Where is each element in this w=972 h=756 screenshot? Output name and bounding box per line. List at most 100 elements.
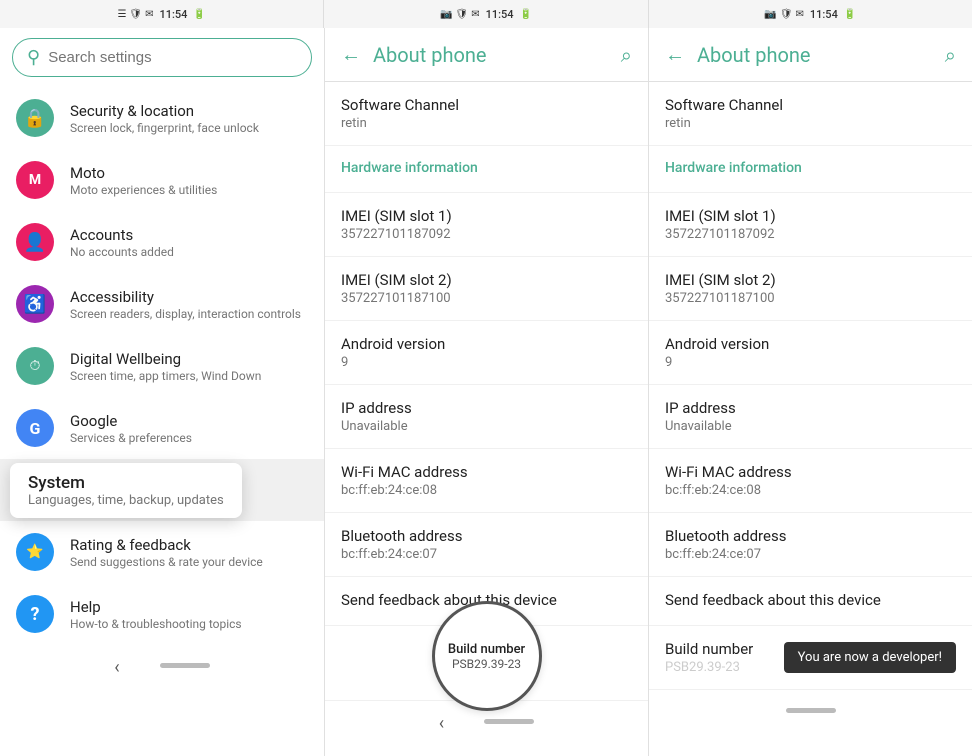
center-av-title: Android version: [341, 335, 632, 353]
center-bluetooth[interactable]: Bluetooth address bc:ff:eb:24:ce:07: [325, 513, 648, 577]
main-content: ⚲ 🔒 Security & location Screen lock, fin…: [0, 28, 972, 756]
digital-wellbeing-text: Digital Wellbeing Screen time, app timer…: [70, 350, 308, 383]
center-nav-back[interactable]: ‹: [439, 713, 444, 734]
status-bar-center: 📷 🛡 ✉ 11:54 🔋: [324, 0, 648, 28]
accounts-icon: 👤: [16, 223, 54, 261]
rating-subtitle: Send suggestions & rate your device: [70, 555, 308, 569]
sidebar-item-accounts[interactable]: 👤 Accounts No accounts added: [0, 211, 324, 273]
right-sc-value: retin: [665, 116, 956, 131]
sb-icon-c3: ✉: [471, 9, 479, 20]
system-tooltip-title: System: [28, 473, 224, 493]
right-build-title: Build number: [665, 640, 753, 658]
center-imei2-value: 357227101187100: [341, 291, 632, 306]
sidebar-item-accessibility[interactable]: ♿ Accessibility Screen readers, display,…: [0, 273, 324, 335]
sidebar-item-help[interactable]: ? Help How-to & troubleshooting topics: [0, 583, 324, 645]
help-subtitle: How-to & troubleshooting topics: [70, 617, 308, 631]
system-item-container: ℹ System Languages, time, backup, update…: [0, 459, 324, 521]
right-android-version[interactable]: Android version 9: [649, 321, 972, 385]
center-sc-title: Software Channel: [341, 96, 632, 114]
center-nav-home-bar[interactable]: [484, 719, 534, 724]
developer-toast: You are now a developer!: [784, 642, 956, 673]
right-software-channel[interactable]: Software Channel retin: [649, 82, 972, 146]
help-title: Help: [70, 598, 308, 616]
sidebar-item-moto[interactable]: M Moto Moto experiences & utilities: [0, 149, 324, 211]
right-wifi-value: bc:ff:eb:24:ce:08: [665, 483, 956, 498]
system-tooltip-subtitle: Languages, time, backup, updates: [28, 493, 224, 508]
right-ip-title: IP address: [665, 399, 956, 417]
status-time-center: 11:54: [486, 8, 514, 21]
digital-wellbeing-subtitle: Screen time, app timers, Wind Down: [70, 369, 308, 383]
help-text: Help How-to & troubleshooting topics: [70, 598, 308, 631]
right-ip-value: Unavailable: [665, 419, 956, 434]
right-bottom-nav: [649, 690, 972, 725]
right-build-value: PSB29.39-23: [665, 660, 753, 675]
status-time-right: 11:54: [810, 8, 838, 21]
status-time-left: 11:54: [160, 8, 188, 21]
right-bluetooth[interactable]: Bluetooth address bc:ff:eb:24:ce:07: [649, 513, 972, 577]
sidebar-item-rating[interactable]: ⭐ Rating & feedback Send suggestions & r…: [0, 521, 324, 583]
sidebar-item-google[interactable]: G Google Services & preferences: [0, 397, 324, 459]
center-android-version[interactable]: Android version 9: [325, 321, 648, 385]
security-title: Security & location: [70, 102, 308, 120]
moto-subtitle: Moto experiences & utilities: [70, 183, 308, 197]
right-search-icon[interactable]: ⌕: [945, 43, 956, 67]
right-nav-home-bar[interactable]: [786, 708, 836, 713]
right-build-number[interactable]: Build number PSB29.39-23 You are now a d…: [649, 626, 972, 690]
right-fb-title: Send feedback about this device: [665, 591, 956, 609]
sb-icon-r1: 📷: [764, 9, 776, 20]
right-imei1-title: IMEI (SIM slot 1): [665, 207, 956, 225]
center-status-icons: 📷 🛡 ✉: [440, 9, 480, 20]
center-back-button[interactable]: ←: [341, 42, 361, 67]
sb-icon-r3: ✉: [796, 9, 804, 20]
center-wifi-mac[interactable]: Wi-Fi MAC address bc:ff:eb:24:ce:08: [325, 449, 648, 513]
sb-icon-3: ✉: [145, 9, 153, 20]
center-bt-value: bc:ff:eb:24:ce:07: [341, 547, 632, 562]
right-back-button[interactable]: ←: [665, 42, 685, 67]
center-ip-title: IP address: [341, 399, 632, 417]
center-search-icon[interactable]: ⌕: [621, 43, 632, 67]
battery-center: 🔋: [520, 9, 532, 20]
center-wifi-value: bc:ff:eb:24:ce:08: [341, 483, 632, 498]
center-imei1-value: 357227101187092: [341, 227, 632, 242]
center-build-number[interactable]: Build number PSB29.39-23: [325, 626, 648, 701]
right-sc-title: Software Channel: [665, 96, 956, 114]
right-bt-value: bc:ff:eb:24:ce:07: [665, 547, 956, 562]
help-icon: ?: [16, 595, 54, 633]
center-imei2-title: IMEI (SIM slot 2): [341, 271, 632, 289]
right-about-list: Software Channel retin Hardware informat…: [649, 82, 972, 756]
sidebar-item-security[interactable]: 🔒 Security & location Screen lock, finge…: [0, 87, 324, 149]
center-ip-address[interactable]: IP address Unavailable: [325, 385, 648, 449]
center-imei2[interactable]: IMEI (SIM slot 2) 357227101187100: [325, 257, 648, 321]
center-wifi-title: Wi-Fi MAC address: [341, 463, 632, 481]
sb-icon-c2: 🛡: [455, 9, 468, 20]
search-bar[interactable]: ⚲: [12, 38, 312, 77]
right-imei2[interactable]: IMEI (SIM slot 2) 357227101187100: [649, 257, 972, 321]
nav-home-bar[interactable]: [160, 663, 210, 668]
search-icon: ⚲: [27, 47, 40, 68]
right-about-panel: ← About phone ⌕ Software Channel retin H…: [649, 28, 972, 756]
accounts-text: Accounts No accounts added: [70, 226, 308, 259]
center-imei1[interactable]: IMEI (SIM slot 1) 357227101187092: [325, 193, 648, 257]
security-text: Security & location Screen lock, fingerp…: [70, 102, 308, 135]
accounts-title: Accounts: [70, 226, 308, 244]
right-ip-address[interactable]: IP address Unavailable: [649, 385, 972, 449]
sb-icon-2: 🛡: [129, 9, 142, 20]
center-imei1-title: IMEI (SIM slot 1): [341, 207, 632, 225]
center-hardware-header: Hardware information: [325, 146, 648, 193]
right-imei2-title: IMEI (SIM slot 2): [665, 271, 956, 289]
nav-back-icon[interactable]: ‹: [114, 657, 119, 678]
google-subtitle: Services & preferences: [70, 431, 308, 445]
right-bt-title: Bluetooth address: [665, 527, 956, 545]
center-about-title: About phone: [373, 43, 609, 67]
bottom-nav: ‹: [0, 645, 324, 690]
center-about-list: Software Channel retin Hardware informat…: [325, 82, 648, 756]
center-software-channel[interactable]: Software Channel retin: [325, 82, 648, 146]
right-feedback[interactable]: Send feedback about this device: [649, 577, 972, 626]
center-sc-value: retin: [341, 116, 632, 131]
right-imei1[interactable]: IMEI (SIM slot 1) 357227101187092: [649, 193, 972, 257]
sidebar-item-digital-wellbeing[interactable]: ⏱ Digital Wellbeing Screen time, app tim…: [0, 335, 324, 397]
search-input[interactable]: [48, 49, 297, 66]
right-wifi-mac[interactable]: Wi-Fi MAC address bc:ff:eb:24:ce:08: [649, 449, 972, 513]
google-text: Google Services & preferences: [70, 412, 308, 445]
accessibility-title: Accessibility: [70, 288, 308, 306]
